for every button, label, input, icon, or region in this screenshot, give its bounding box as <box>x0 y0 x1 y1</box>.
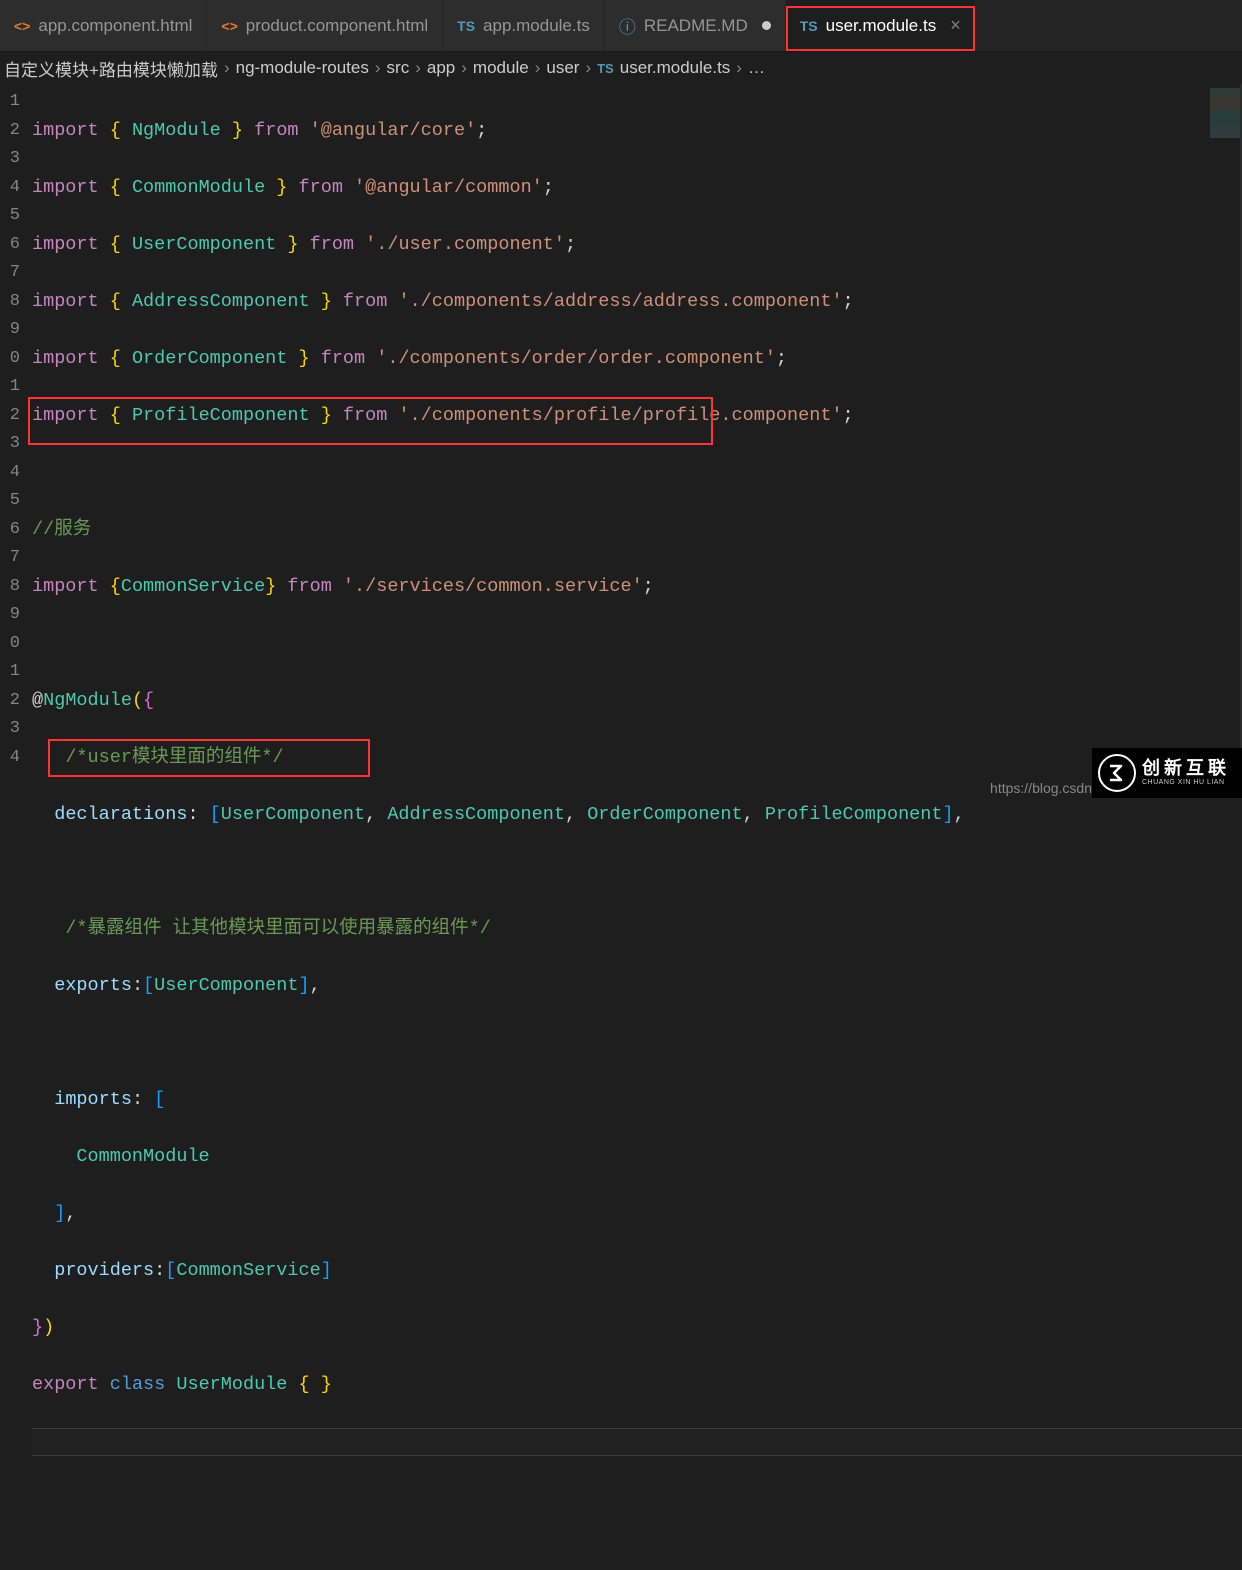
editor-tabs: <> app.component.html <> product.compone… <box>0 0 1242 52</box>
chevron-right-icon: › <box>535 58 541 78</box>
html-file-icon: <> <box>14 18 30 34</box>
tab-label: product.component.html <box>246 16 428 36</box>
dirty-indicator-icon <box>762 21 771 30</box>
logo-icon <box>1098 754 1136 792</box>
tab-user-module-ts[interactable]: TS user.module.ts × <box>786 0 976 51</box>
tab-app-module-ts[interactable]: TS app.module.ts <box>443 0 605 51</box>
tab-label: app.component.html <box>38 16 192 36</box>
ts-file-icon: TS <box>800 18 818 34</box>
chevron-right-icon: › <box>461 58 467 78</box>
tab-label: README.MD <box>644 16 748 36</box>
breadcrumb[interactable]: 自定义模块+路由模块懒加载› ng-module-routes› src› ap… <box>0 52 1242 84</box>
tab-product-component-html[interactable]: <> product.component.html <box>207 0 443 51</box>
chevron-right-icon: › <box>736 58 742 78</box>
brand-logo: 创新互联 CHUANG XIN HU LIAN <box>1092 748 1242 798</box>
breadcrumb-item[interactable]: … <box>748 58 765 78</box>
breadcrumb-item[interactable]: ng-module-routes <box>236 58 369 78</box>
close-icon[interactable]: × <box>950 15 961 36</box>
watermark-url: https://blog.csdn <box>990 780 1092 796</box>
breadcrumb-item[interactable]: 自定义模块+路由模块懒加载 <box>4 56 218 81</box>
info-file-icon: ⓘ <box>619 13 636 38</box>
minimap[interactable] <box>1210 88 1240 138</box>
breadcrumb-item[interactable]: module <box>473 58 529 78</box>
line-number-gutter: 123 456 789 012 345 678 901 234 <box>0 84 32 774</box>
ts-file-icon: TS <box>597 61 614 76</box>
ts-file-icon: TS <box>457 18 475 34</box>
chevron-right-icon: › <box>375 58 381 78</box>
chevron-right-icon: › <box>415 58 421 78</box>
tab-app-component-html[interactable]: <> app.component.html <box>0 0 207 51</box>
code-content[interactable]: import { NgModule } from '@angular/core'… <box>32 84 1242 774</box>
tab-label: app.module.ts <box>483 16 590 36</box>
chevron-right-icon: › <box>585 58 591 78</box>
tab-label: user.module.ts <box>826 16 937 36</box>
editor-area[interactable]: 123 456 789 012 345 678 901 234 import {… <box>0 84 1242 774</box>
html-file-icon: <> <box>221 18 237 34</box>
tab-readme-md[interactable]: ⓘ README.MD <box>605 0 786 51</box>
chevron-right-icon: › <box>224 58 230 78</box>
breadcrumb-item[interactable]: app <box>427 58 455 78</box>
breadcrumb-item[interactable]: src <box>387 58 410 78</box>
breadcrumb-item[interactable]: user.module.ts <box>620 58 731 78</box>
breadcrumb-item[interactable]: user <box>546 58 579 78</box>
